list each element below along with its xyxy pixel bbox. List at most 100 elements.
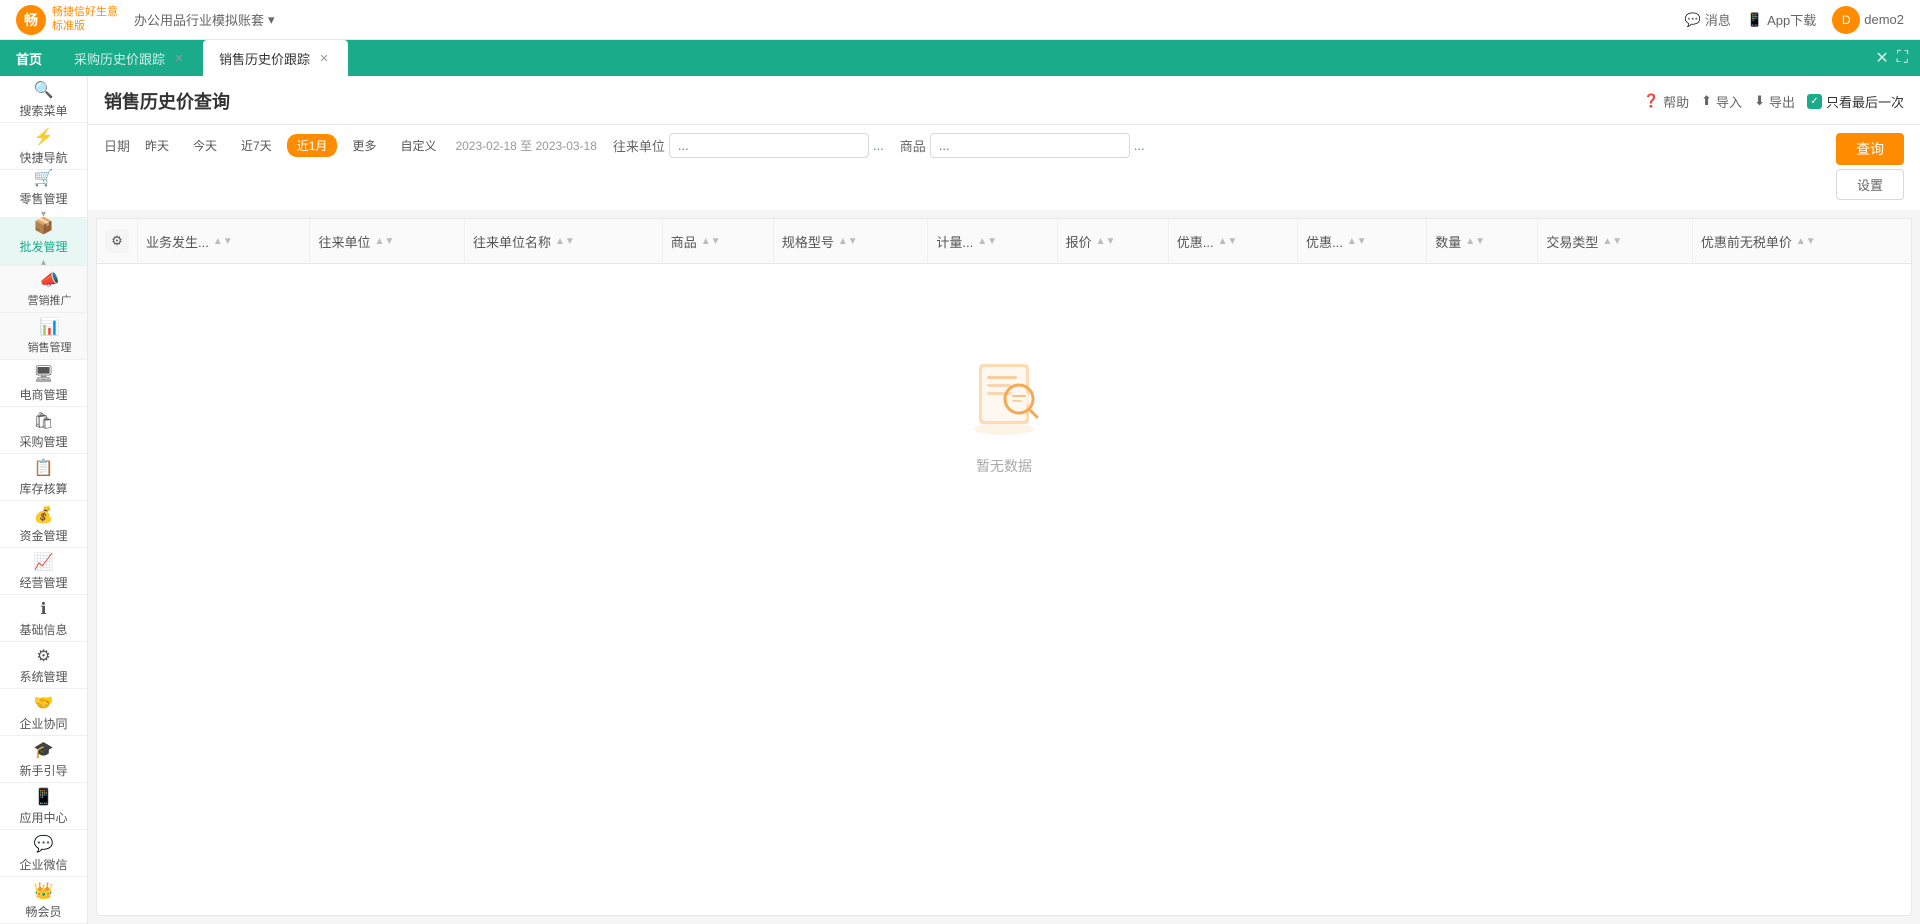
inventory-icon: 📋 bbox=[34, 458, 54, 478]
quick-nav-icon: ⚡ bbox=[34, 127, 54, 147]
date-yesterday-btn[interactable]: 昨天 bbox=[136, 133, 178, 158]
table-header-pre-tax-price[interactable]: 优惠前无税单价 ▲▼ bbox=[1692, 219, 1911, 264]
sidebar-item-label: 新手引导 bbox=[19, 762, 67, 779]
product-more-btn[interactable]: ... bbox=[1134, 138, 1145, 153]
wechat-icon: 💬 bbox=[34, 834, 54, 854]
sidebar-item-search[interactable]: 🔍 搜索菜单 bbox=[0, 76, 87, 123]
product-input[interactable] bbox=[930, 133, 1130, 158]
content-area: 销售历史价查询 ❓ 帮助 ⬆ 导入 ⬇ 导出 bbox=[88, 76, 1920, 924]
date-custom-btn[interactable]: 自定义 bbox=[391, 133, 445, 158]
product-filter-group: 商品 ... bbox=[900, 133, 1145, 158]
sidebar-item-system[interactable]: ⚙ 系统管理 bbox=[0, 642, 87, 689]
table-header-trade-type[interactable]: 交易类型 ▲▼ bbox=[1538, 219, 1692, 264]
sort-icon: ▲▼ bbox=[1796, 236, 1816, 247]
sidebar-item-label: 企业微信 bbox=[19, 856, 67, 873]
only-last-checkbox[interactable] bbox=[1807, 94, 1822, 109]
sidebar-item-label: 应用中心 bbox=[19, 809, 67, 826]
sidebar-item-finance[interactable]: 💰 资金管理 bbox=[0, 501, 87, 548]
sidebar-item-purchase[interactable]: 🛍 采购管理 bbox=[0, 407, 87, 454]
member-icon: 👑 bbox=[34, 881, 54, 901]
date-last1m-btn[interactable]: 近1月 bbox=[287, 134, 338, 157]
sidebar-item-quick-nav[interactable]: ⚡ 快捷导航 bbox=[0, 123, 87, 170]
table-header-row: ⚙ 业务发生... ▲▼ 往来单位 ▲▼ bbox=[97, 219, 1911, 264]
export-icon: ⬇ bbox=[1754, 93, 1765, 109]
counterpart-input[interactable] bbox=[669, 133, 869, 158]
app-download-button[interactable]: 📱 App下载 bbox=[1747, 10, 1816, 29]
empty-state: 暂无数据 bbox=[97, 264, 1911, 556]
table-header-unit[interactable]: 计量... ▲▼ bbox=[928, 219, 1057, 264]
table-container: ⚙ 业务发生... ▲▼ 往来单位 ▲▼ bbox=[96, 218, 1912, 916]
tab-purchase-history-close[interactable]: ✕ bbox=[171, 50, 187, 66]
workspace-label: 办公用品行业模拟账套 bbox=[134, 10, 264, 29]
sidebar-item-ecommerce[interactable]: 🖥 电商管理 bbox=[0, 360, 87, 407]
export-button[interactable]: ⬇ 导出 bbox=[1754, 92, 1795, 111]
table-header-spec[interactable]: 规格型号 ▲▼ bbox=[773, 219, 927, 264]
tab-home[interactable]: 首页 bbox=[0, 40, 58, 76]
help-button[interactable]: ❓ 帮助 bbox=[1643, 92, 1689, 111]
empty-state-cell: 暂无数据 bbox=[97, 264, 1911, 557]
settings-button[interactable]: 设置 bbox=[1836, 169, 1904, 200]
column-settings-button[interactable]: ⚙ bbox=[105, 229, 129, 253]
date-last7-btn[interactable]: 近7天 bbox=[232, 133, 281, 158]
import-button[interactable]: ⬆ 导入 bbox=[1701, 92, 1742, 111]
marketing-icon: 📣 bbox=[40, 270, 60, 290]
sidebar-item-wechat[interactable]: 💬 企业微信 bbox=[0, 830, 87, 877]
table-header-discount2[interactable]: 优惠... ▲▼ bbox=[1297, 219, 1426, 264]
table-header-quantity[interactable]: 数量 ▲▼ bbox=[1427, 219, 1538, 264]
date-today-btn[interactable]: 今天 bbox=[184, 133, 226, 158]
guide-icon: 🎓 bbox=[34, 740, 54, 760]
table-header-discount1[interactable]: 优惠... ▲▼ bbox=[1168, 219, 1297, 264]
message-button[interactable]: 💬 消息 bbox=[1685, 10, 1731, 29]
sidebar-item-wholesale[interactable]: 📦 批发管理 ▴ bbox=[0, 218, 87, 266]
data-table: ⚙ 业务发生... ▲▼ 往来单位 ▲▼ bbox=[97, 219, 1911, 556]
empty-illustration bbox=[954, 344, 1054, 444]
sidebar-item-label: 零售管理 bbox=[19, 190, 67, 207]
counterpart-more-btn[interactable]: ... bbox=[873, 138, 884, 153]
date-label: 日期 bbox=[104, 136, 130, 155]
user-menu-button[interactable]: D demo2 bbox=[1832, 6, 1904, 34]
only-last-checkbox-area[interactable]: 只看最后一次 bbox=[1807, 92, 1904, 111]
sidebar-item-label: 经营管理 bbox=[19, 574, 67, 591]
tab-purchase-history[interactable]: 采购历史价跟踪 ✕ bbox=[58, 40, 203, 76]
tab-fullscreen-icon[interactable]: ⛶ bbox=[1897, 49, 1908, 67]
sidebar-item-retail[interactable]: 🛒 零售管理 ▾ bbox=[0, 170, 87, 218]
table-header-product[interactable]: 商品 ▲▼ bbox=[662, 219, 773, 264]
sidebar-item-enterprise[interactable]: 🤝 企业协同 bbox=[0, 689, 87, 736]
empty-svg bbox=[954, 344, 1054, 444]
sort-icon: ▲▼ bbox=[977, 236, 997, 247]
sidebar-item-operation[interactable]: 📈 经营管理 bbox=[0, 548, 87, 595]
logo-icon: 畅 bbox=[16, 5, 46, 35]
sidebar-item-guide[interactable]: 🎓 新手引导 bbox=[0, 736, 87, 783]
sort-icon: ▲▼ bbox=[1465, 236, 1485, 247]
sidebar-item-marketing[interactable]: 📣 营销推广 bbox=[0, 266, 87, 313]
workspace-selector[interactable]: 办公用品行业模拟账套 ▾ bbox=[126, 6, 283, 33]
sidebar-item-app-center[interactable]: 📱 应用中心 bbox=[0, 783, 87, 830]
table-header-price[interactable]: 报价 ▲▼ bbox=[1057, 219, 1168, 264]
operation-icon: 📈 bbox=[34, 552, 54, 572]
sidebar-item-member[interactable]: 👑 畅会员 bbox=[0, 877, 87, 924]
sidebar-item-inventory[interactable]: 📋 库存核算 bbox=[0, 454, 87, 501]
date-range-text: 2023-02-18 至 2023-03-18 bbox=[455, 137, 596, 154]
query-button[interactable]: 查询 bbox=[1836, 133, 1904, 165]
empty-text: 暂无数据 bbox=[976, 456, 1032, 476]
sidebar-item-label: 畅会员 bbox=[25, 903, 61, 920]
tab-sales-history[interactable]: 销售历史价跟踪 ✕ bbox=[203, 40, 348, 76]
table-header-counterpart-code[interactable]: 往来单位 ▲▼ bbox=[310, 219, 464, 264]
workspace-chevron-icon: ▾ bbox=[268, 12, 275, 28]
page-title-row: 销售历史价查询 ❓ 帮助 ⬆ 导入 ⬇ 导出 bbox=[104, 88, 1904, 114]
tab-close-all-icon[interactable]: ✕ bbox=[1875, 48, 1888, 68]
main-area: 🔍 搜索菜单 ⚡ 快捷导航 🛒 零售管理 ▾ 📦 批发管理 ▴ 📣 营销推广 📊… bbox=[0, 76, 1920, 924]
empty-state-row: 暂无数据 bbox=[97, 264, 1911, 557]
table-header-biz-date[interactable]: 业务发生... ▲▼ bbox=[138, 219, 310, 264]
sidebar-item-sales-mgmt[interactable]: 📊 销售管理 bbox=[0, 313, 87, 360]
table-header-counterpart-name[interactable]: 往来单位名称 ▲▼ bbox=[464, 219, 662, 264]
system-icon: ⚙ bbox=[36, 646, 50, 666]
sidebar-item-label: 基础信息 bbox=[19, 621, 67, 638]
sidebar-item-label: 企业协同 bbox=[19, 715, 67, 732]
table-header-settings: ⚙ bbox=[97, 219, 138, 264]
date-more-btn[interactable]: 更多 bbox=[343, 133, 385, 158]
help-icon: ❓ bbox=[1643, 93, 1659, 109]
sidebar-item-basic-info[interactable]: ℹ 基础信息 bbox=[0, 595, 87, 642]
tab-sales-history-close[interactable]: ✕ bbox=[316, 50, 332, 66]
app-center-icon: 📱 bbox=[34, 787, 54, 807]
